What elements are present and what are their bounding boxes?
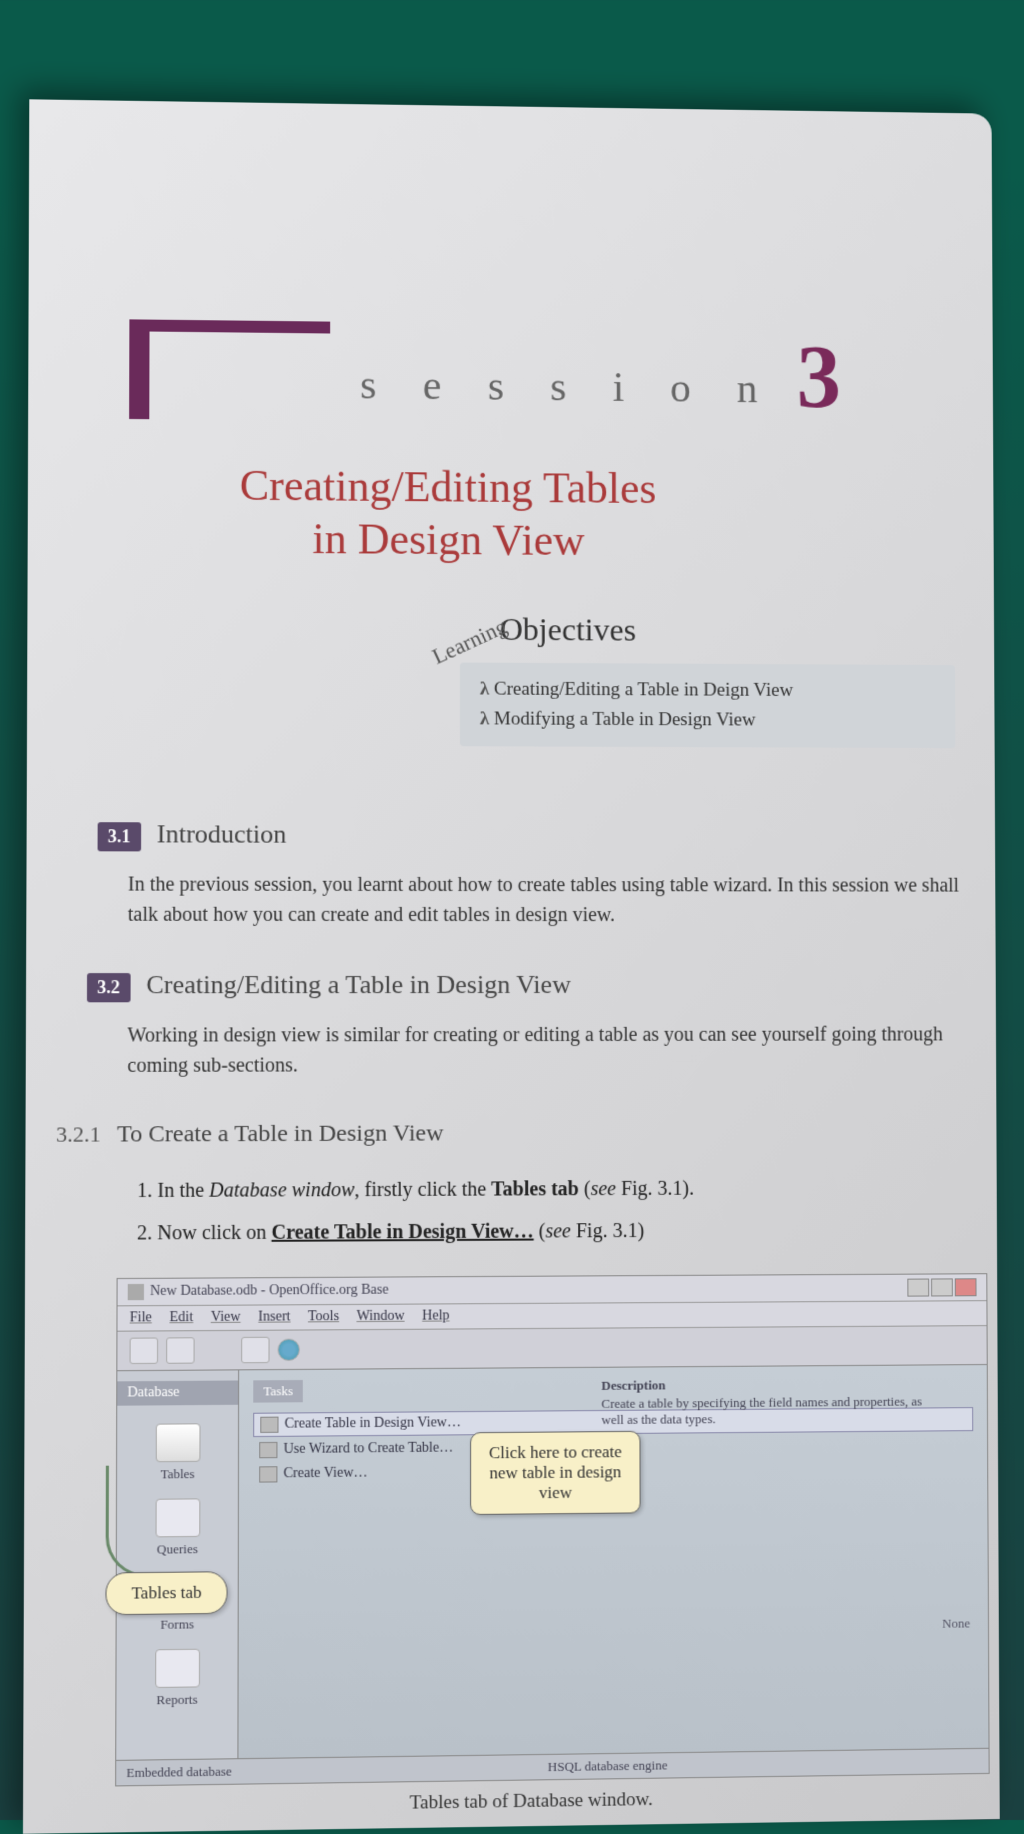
menu-edit: Edit xyxy=(170,1310,194,1325)
learning-objectives: Learning Objectives Creating/Editing a T… xyxy=(460,611,955,748)
menu-file: File xyxy=(130,1310,152,1325)
figure-screenshot: New Database.odb - OpenOffice.org Base F… xyxy=(115,1273,990,1786)
objective-item: Modifying a Table in Design View xyxy=(480,704,936,736)
step-1: In the Database window, firstly click th… xyxy=(157,1169,957,1210)
task-icon xyxy=(259,1466,277,1482)
minimize-icon xyxy=(907,1279,929,1297)
session-label: s e s s i o n xyxy=(360,362,775,414)
section-number: 3.2.1 xyxy=(56,1121,101,1146)
task-icon xyxy=(260,1417,278,1433)
close-icon xyxy=(955,1278,977,1296)
section-number: 3.1 xyxy=(98,822,141,851)
session-number: 3 xyxy=(796,327,841,429)
window-controls xyxy=(907,1278,976,1296)
maximize-icon xyxy=(931,1278,953,1296)
learning-label: Learning xyxy=(428,613,511,670)
textbook-page: s e s s i o n 3 Creating/Editing Tables … xyxy=(23,99,1000,1834)
reports-icon xyxy=(155,1649,200,1688)
step-2: Now click on Create Table in Design View… xyxy=(157,1211,957,1253)
main-panel: Tasks Create Table in Design View… Use W… xyxy=(238,1365,988,1766)
callout-create-table: Click here to create new table in design… xyxy=(470,1431,640,1515)
section-number: 3.2 xyxy=(87,973,130,1002)
chapter-title: Creating/Editing Tables in Design View xyxy=(240,460,657,568)
section-3-1-body: In the previous session, you learnt abou… xyxy=(128,869,976,930)
menu-view: View xyxy=(211,1310,241,1325)
toolbar-icon xyxy=(241,1337,269,1363)
sidebar-item-reports: Reports xyxy=(116,1640,237,1717)
tasks-header: Tasks xyxy=(253,1380,303,1403)
title-line-2: in Design View xyxy=(312,514,584,565)
toolbar-icon xyxy=(166,1337,194,1364)
objectives-header: Learning Objectives xyxy=(460,611,955,651)
app-icon xyxy=(128,1284,144,1300)
section-title: To Create a Table in Design View xyxy=(117,1120,444,1148)
toolbar-icon xyxy=(130,1338,159,1365)
steps-list: In the Database window, firstly click th… xyxy=(157,1169,957,1257)
section-title: Introduction xyxy=(157,819,287,849)
decorative-bracket xyxy=(129,319,330,421)
window-body: Database Tables Queries Forms Reports xyxy=(116,1365,988,1768)
section-title: Creating/Editing a Table in Design View xyxy=(146,970,571,1000)
section-3-2-1: 3.2.1 To Create a Table in Design View xyxy=(56,1120,444,1148)
section-3-1: 3.1 Introduction xyxy=(98,819,287,852)
menu-help: Help xyxy=(422,1308,449,1323)
menu-insert: Insert xyxy=(258,1309,290,1324)
objective-item: Creating/Editing a Table in Deign View xyxy=(480,675,936,707)
menu-tools: Tools xyxy=(308,1309,339,1324)
status-center: HSQL database engine xyxy=(548,1757,668,1775)
callout-tables-tab: Tables tab xyxy=(105,1571,227,1615)
section-3-2: 3.2 Creating/Editing a Table in Design V… xyxy=(87,970,571,1002)
section-3-2-body: Working in design view is similar for cr… xyxy=(127,1020,996,1081)
menu-window: Window xyxy=(357,1309,405,1324)
description-label: Description xyxy=(601,1375,929,1393)
sidebar-header: Database xyxy=(117,1380,238,1405)
status-left: Embedded database xyxy=(126,1763,232,1781)
none-label: None xyxy=(942,1615,970,1631)
figure-caption: Tables tab of Database window. xyxy=(410,1789,653,1815)
title-line-1: Creating/Editing Tables xyxy=(240,461,657,513)
tables-icon xyxy=(155,1423,200,1462)
help-icon xyxy=(278,1339,300,1361)
toolbar xyxy=(117,1326,986,1371)
arrow-annotation xyxy=(106,1465,167,1577)
description-text: Create a table by specifying the field n… xyxy=(601,1393,922,1427)
window-title: New Database.odb - OpenOffice.org Base xyxy=(150,1283,388,1301)
description-panel: Description Create a table by specifying… xyxy=(601,1375,929,1428)
task-icon xyxy=(259,1442,277,1458)
objectives-list: Creating/Editing a Table in Deign View M… xyxy=(460,663,955,749)
